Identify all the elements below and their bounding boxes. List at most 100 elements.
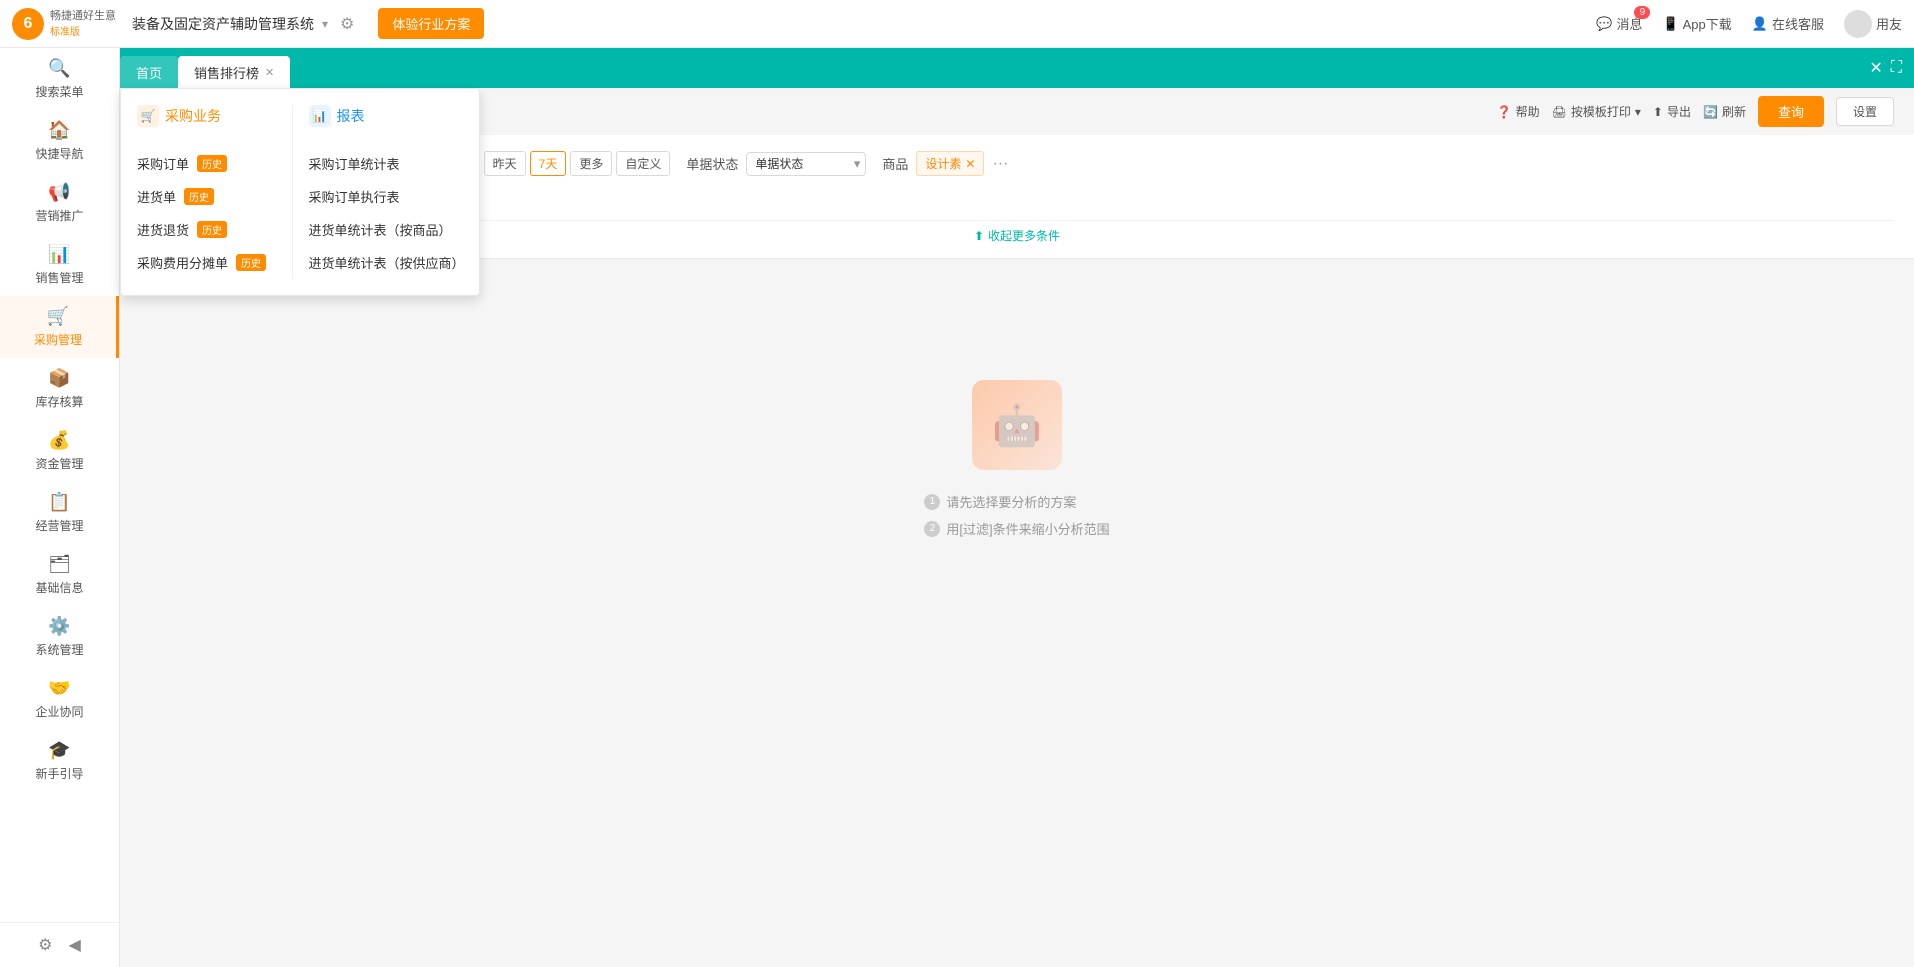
sidebar-settings-icon[interactable]: ⚙ xyxy=(38,935,52,955)
bill-status-label: 单据状态 xyxy=(686,154,738,173)
goods-filter: 商品 设计素 ✕ ··· xyxy=(882,151,1008,176)
purchase-expense-label: 采购费用分摊单 xyxy=(137,253,228,272)
sidebar-label-enterprise: 企业协同 xyxy=(35,703,83,720)
dropdown-item-purchase-receipt[interactable]: 进货单 历史 xyxy=(137,180,292,213)
message-item[interactable]: 💬 消息 9 xyxy=(1596,14,1642,33)
sidebar-item-quick-nav[interactable]: 🏠 快捷导航 xyxy=(0,110,119,172)
step-2-text: 用[过滤]条件来缩小分析范围 xyxy=(946,519,1109,538)
purchase-section-icon: 🛒 xyxy=(137,105,159,127)
date-7days-btn[interactable]: 7天 xyxy=(530,151,567,176)
settings-button2[interactable]: 设置 xyxy=(1836,97,1894,126)
step-2-num: 2 xyxy=(924,521,940,537)
history-badge-3: 历史 xyxy=(197,221,227,238)
logo-area: 6 畅捷通好生意 标准版 xyxy=(12,8,132,40)
user-item[interactable]: 用友 xyxy=(1844,10,1902,38)
system-title: 装备及固定资产辅助管理系统 xyxy=(132,14,314,34)
export-icon: ⬆ xyxy=(1653,105,1663,119)
marketing-icon: 📢 xyxy=(48,182,70,203)
step-1-text: 请先选择要分析的方案 xyxy=(946,492,1076,511)
po-exec-label: 采购订单执行表 xyxy=(309,190,400,205)
user-label: 用友 xyxy=(1876,14,1902,33)
sidebar-item-enterprise[interactable]: 🤝 企业协同 xyxy=(0,668,119,730)
empty-step-1: 1 请先选择要分析的方案 xyxy=(924,492,1109,511)
sidebar-label-inventory: 库存核算 xyxy=(35,393,83,410)
goods-tag-text: 设计素 xyxy=(925,155,961,172)
tab-bar-expand-icon[interactable]: ⛶ xyxy=(1891,59,1902,77)
top-bar: 6 畅捷通好生意 标准版 装备及固定资产辅助管理系统 ▾ ⚙ 体验行业方案 💬 … xyxy=(0,0,1914,48)
purchase-column: 🛒 采购业务 采购订单 历史 进货单 历史 进货退货 历史 采购费用分摊单 历史 xyxy=(137,105,292,279)
print-label: 按模板打印 xyxy=(1571,103,1631,120)
sidebar-label-capital: 资金管理 xyxy=(35,455,83,472)
sidebar-item-capital[interactable]: 💰 资金管理 xyxy=(0,420,119,482)
sidebar-item-purchase[interactable]: 🛒 采购管理 xyxy=(0,296,119,358)
sidebar-item-operation[interactable]: 📋 经营管理 xyxy=(0,482,119,544)
sidebar-item-inventory[interactable]: 📦 库存核算 xyxy=(0,358,119,420)
purchase-section-title: 🛒 采购业务 xyxy=(137,105,292,135)
tab-bar-close-icon[interactable]: ✕ xyxy=(1869,58,1882,78)
dropdown-item-purchase-return[interactable]: 进货退货 历史 xyxy=(137,213,292,246)
sidebar-label-purchase: 采购管理 xyxy=(34,331,82,348)
sidebar-item-basic[interactable]: 🗂 基础信息 xyxy=(0,544,119,606)
sidebar-item-system[interactable]: ⚙️ 系统管理 xyxy=(0,606,119,668)
purchase-section-label: 采购业务 xyxy=(165,106,221,126)
sidebar: 🔍 搜索菜单 🏠 快捷导航 📢 营销推广 📊 销售管理 🛒 采购管理 📦 库存核… xyxy=(0,0,120,967)
dropdown-item-receipt-stats-supplier[interactable]: 进货单统计表（按供应商） xyxy=(309,246,464,279)
system-icon: ⚙️ xyxy=(48,616,70,637)
app-download-item[interactable]: 📱 App下载 xyxy=(1662,14,1731,33)
dropdown-item-po-stats[interactable]: 采购订单统计表 xyxy=(309,147,464,180)
tab-home-label: 首页 xyxy=(136,63,162,82)
help-label: 帮助 xyxy=(1516,103,1540,120)
phone-icon: 📱 xyxy=(1662,16,1678,32)
purchase-return-label: 进货退货 xyxy=(137,220,189,239)
trial-button[interactable]: 体验行业方案 xyxy=(378,8,484,39)
sidebar-item-search[interactable]: 🔍 搜索菜单 xyxy=(0,48,119,110)
sidebar-collapse-icon[interactable]: ◀ xyxy=(69,935,81,955)
date-more-btn[interactable]: 更多 xyxy=(570,151,612,176)
sidebar-item-marketing[interactable]: 📢 营销推广 xyxy=(0,172,119,234)
tab-bar: 首页 销售排行榜 ✕ ✕ ⛶ xyxy=(120,48,1914,88)
dropdown-item-po-exec[interactable]: 采购订单执行表 xyxy=(309,180,464,213)
tab-close-icon[interactable]: ✕ xyxy=(265,66,274,79)
dropdown-item-purchase-order[interactable]: 采购订单 历史 xyxy=(137,147,292,180)
print-button[interactable]: 🖨 按模板打印 ▾ xyxy=(1552,103,1641,120)
search-icon: 🔍 xyxy=(48,58,70,79)
empty-text: 1 请先选择要分析的方案 2 用[过滤]条件来缩小分析范围 xyxy=(924,492,1109,538)
purchase-receipt-label: 进货单 xyxy=(137,187,176,206)
app-logo: 6 xyxy=(12,8,44,40)
message-count: 9 xyxy=(1634,6,1650,19)
dropdown-item-receipt-stats-goods[interactable]: 进货单统计表（按商品） xyxy=(309,213,464,246)
settings-icon[interactable]: ⚙ xyxy=(340,14,354,34)
history-badge-4: 历史 xyxy=(236,254,266,271)
goods-more-icon[interactable]: ··· xyxy=(992,155,1008,173)
sidebar-item-sales[interactable]: 📊 销售管理 xyxy=(0,234,119,296)
goods-label: 商品 xyxy=(882,154,908,173)
purchase-order-label: 采购订单 xyxy=(137,154,189,173)
export-label: 导出 xyxy=(1667,103,1691,120)
goods-tag: 设计素 ✕ xyxy=(916,151,984,176)
tab-sales-ranking[interactable]: 销售排行榜 ✕ xyxy=(178,56,290,88)
tab-home[interactable]: 首页 xyxy=(120,56,178,88)
empty-area: 🤖 1 请先选择要分析的方案 2 用[过滤]条件来缩小分析范围 xyxy=(120,259,1914,659)
print-arrow: ▾ xyxy=(1635,105,1641,119)
online-service-item[interactable]: 👤 在线客服 xyxy=(1752,14,1824,33)
goods-tag-close[interactable]: ✕ xyxy=(965,157,975,171)
sidebar-label-search: 搜索菜单 xyxy=(35,83,83,100)
date-yesterday-btn[interactable]: 昨天 xyxy=(484,151,526,176)
query-button[interactable]: 查询 xyxy=(1758,96,1824,127)
operation-icon: 📋 xyxy=(48,492,70,513)
dropdown-item-purchase-expense[interactable]: 采购费用分摊单 历史 xyxy=(137,246,292,279)
date-custom-btn[interactable]: 自定义 xyxy=(616,151,670,176)
bill-status-select[interactable]: 单据状态 xyxy=(746,152,866,176)
sidebar-label-quick-nav: 快捷导航 xyxy=(35,145,83,162)
sidebar-item-newbie[interactable]: 🎓 新手引导 xyxy=(0,730,119,792)
export-button[interactable]: ⬆ 导出 xyxy=(1653,103,1691,120)
help-button[interactable]: ❓ 帮助 xyxy=(1497,103,1540,120)
refresh-button[interactable]: 🔄 刷新 xyxy=(1703,103,1746,120)
inventory-icon: 📦 xyxy=(48,368,70,389)
refresh-icon: 🔄 xyxy=(1703,105,1718,119)
report-section-icon: 📊 xyxy=(309,105,331,127)
title-dropdown-arrow[interactable]: ▾ xyxy=(322,17,328,31)
help-icon: ❓ xyxy=(1497,105,1512,119)
empty-step-2: 2 用[过滤]条件来缩小分析范围 xyxy=(924,519,1109,538)
company-name: 畅捷通好生意 xyxy=(50,9,116,23)
